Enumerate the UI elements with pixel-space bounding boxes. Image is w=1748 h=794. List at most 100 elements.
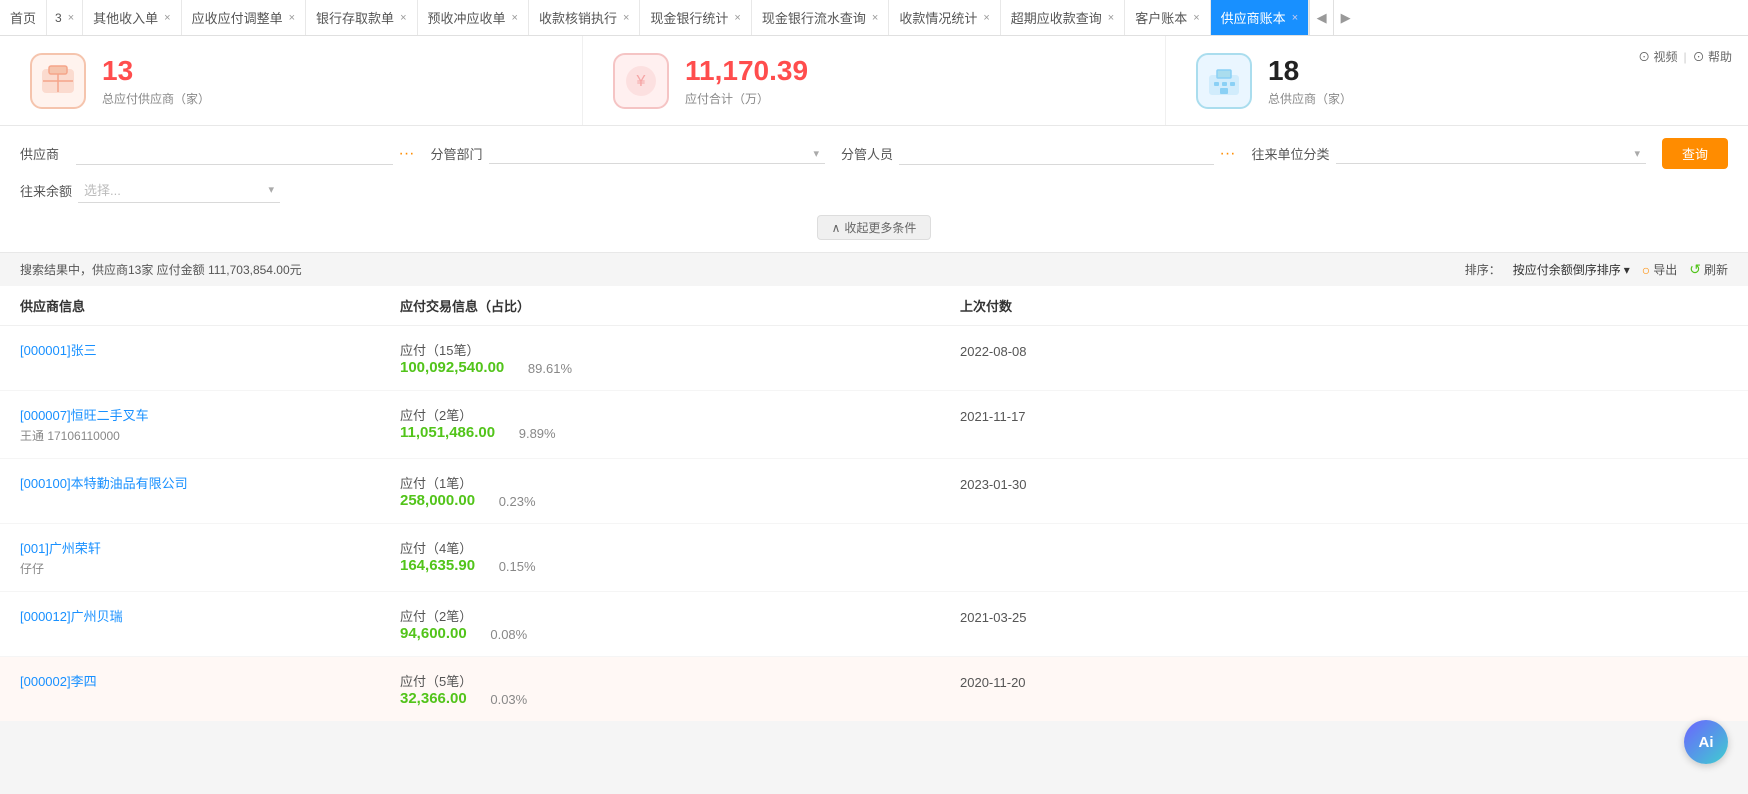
supplier-link-0[interactable]: [000001]张三 — [20, 343, 97, 358]
table-header: 供应商信息 应付交易信息（占比） 上次付数 — [0, 286, 1748, 326]
lastpay-date-5: 2020-11-20 — [960, 671, 1728, 690]
filter-supplier: 供应商 ··· — [20, 143, 415, 165]
export-label: 导出 — [1653, 261, 1677, 278]
table-row-inner-0: [000001]张三 应付（15笔） 100,092,540.00 89.61%… — [0, 326, 1748, 390]
nav-tab-overdue-ar-close[interactable]: × — [1108, 12, 1114, 24]
unit-class-label: 往来单位分类 — [1252, 144, 1330, 163]
lastpay-date-3 — [960, 538, 1728, 542]
payment-cell-2: 应付（1笔） 258,000.00 0.23% — [400, 473, 960, 509]
balance-placeholder: 选择... — [84, 180, 268, 199]
payment-amount-0: 100,092,540.00 — [400, 359, 504, 376]
person-input[interactable] — [899, 143, 1214, 165]
supplier-link-4[interactable]: [000012]广州贝瑞 — [20, 609, 123, 624]
table-area: 供应商信息 应付交易信息（占比） 上次付数 [000001]张三 应付（15笔）… — [0, 286, 1748, 722]
ai-label: Ai — [1699, 734, 1714, 751]
col-header-lastpay: 上次付数 — [960, 296, 1728, 315]
nav-tab-ar-ap-adjust[interactable]: 应收应付调整单 × — [182, 0, 306, 36]
nav-tab-3-close[interactable]: × — [68, 12, 74, 24]
lastpay-cell-0: 2022-08-08 — [960, 340, 1728, 359]
dept-select[interactable]: ▾ — [489, 144, 825, 164]
nav-tab-ar-ap-adjust-label: 应收应付调整单 — [192, 8, 283, 27]
help-link[interactable]: ⊙ 帮助 — [1693, 48, 1732, 65]
payment-label-2: 应付（1笔） — [400, 476, 472, 491]
filter-balance: 往来余额 选择... ▾ — [20, 177, 280, 203]
balance-label: 往来余额 — [20, 181, 72, 200]
filter-dept: 分管部门 ▾ — [431, 144, 826, 164]
summary-text-2: 11,170.39 应付合计（万） — [685, 54, 808, 107]
lastpay-date-1: 2021-11-17 — [960, 405, 1728, 424]
nav-tab-ar-ap-adjust-close[interactable]: × — [289, 12, 295, 24]
collapse-button[interactable]: ∧ 收起更多条件 — [817, 215, 932, 240]
nav-arrow-right[interactable]: ▶ — [1333, 0, 1357, 36]
balance-select[interactable]: 选择... ▾ — [78, 177, 280, 203]
nav-tab-receipt-stat-close[interactable]: × — [983, 12, 989, 24]
supplier-link-1[interactable]: [000007]恒旺二手叉车 — [20, 408, 149, 423]
nav-tab-receipt-stat[interactable]: 收款情况统计 × — [889, 0, 1000, 36]
table-row-inner-2: [000100]本特勤油品有限公司 应付（1笔） 258,000.00 0.23… — [0, 459, 1748, 523]
table-row-4: [000012]广州贝瑞 应付（2笔） 94,600.00 0.08% 2021… — [0, 592, 1748, 657]
nav-tab-overdue-ar[interactable]: 超期应收款查询 × — [1001, 0, 1125, 36]
summary-num-1: 13 — [102, 54, 210, 88]
nav-tab-supplier-book-close[interactable]: × — [1292, 12, 1298, 24]
nav-tab-receipt-verify-close[interactable]: × — [623, 12, 629, 24]
nav-tab-bank-deposit-close[interactable]: × — [400, 12, 406, 24]
nav-tab-3[interactable]: 3 × — [47, 0, 83, 36]
payment-percent-2: 0.23% — [499, 494, 536, 509]
nav-tab-cash-bank-query[interactable]: 现金银行流水查询 × — [752, 0, 889, 36]
nav-tab-other-income[interactable]: 其他收入单 × — [83, 0, 181, 36]
nav-tab-receipt-verify[interactable]: 收款核销执行 × — [529, 0, 640, 36]
sort-label: 排序： — [1465, 261, 1501, 278]
table-row-inner-5: [000002]李四 应付（5笔） 32,366.00 0.03% 2020-1… — [0, 657, 1748, 721]
nav-tab-prepay-offset[interactable]: 预收冲应收单 × — [418, 0, 529, 36]
nav-tab-home[interactable]: 首页 — [0, 0, 47, 36]
supplier-label: 供应商 — [20, 144, 70, 163]
supplier-link-3[interactable]: [001]广州荣轩 — [20, 541, 101, 556]
nav-tab-supplier-book[interactable]: 供应商账本 × — [1211, 0, 1309, 36]
table-row-inner-1: [000007]恒旺二手叉车 王通 17106110000 应付（2笔） 11,… — [0, 391, 1748, 458]
table-row-5: [000002]李四 应付（5笔） 32,366.00 0.03% 2020-1… — [0, 657, 1748, 722]
nav-tab-receipt-verify-label: 收款核销执行 — [539, 8, 617, 27]
person-dots-icon[interactable]: ··· — [1220, 145, 1236, 163]
ai-assistant-button[interactable]: Ai — [1684, 720, 1728, 764]
lastpay-date-0: 2022-08-08 — [960, 340, 1728, 359]
payment-amount-3: 164,635.90 — [400, 557, 475, 574]
table-row-inner-4: [000012]广州贝瑞 应付（2笔） 94,600.00 0.08% 2021… — [0, 592, 1748, 656]
nav-tab-prepay-offset-close[interactable]: × — [512, 12, 518, 24]
sort-select[interactable]: 按应付余额倒序排序 ▾ — [1513, 261, 1630, 278]
nav-tab-other-income-close[interactable]: × — [164, 12, 170, 24]
col-header-supplier: 供应商信息 — [20, 296, 400, 315]
nav-tab-bank-deposit[interactable]: 银行存取款单 × — [306, 0, 417, 36]
supplier-link-2[interactable]: [000100]本特勤油品有限公司 — [20, 476, 188, 491]
supplier-dots-icon[interactable]: ··· — [399, 145, 415, 163]
nav-tab-receipt-stat-label: 收款情况统计 — [899, 8, 977, 27]
nav-tab-customer-book-close[interactable]: × — [1193, 12, 1199, 24]
export-button[interactable]: ○ 导出 — [1642, 261, 1677, 278]
nav-tab-cash-bank-stat[interactable]: 现金银行统计 × — [640, 0, 751, 36]
balance-arrow-icon: ▾ — [268, 183, 274, 196]
nav-tab-other-income-label: 其他收入单 — [93, 8, 158, 27]
summary-text-1: 13 总应付供应商（家） — [102, 54, 210, 107]
supplier-input[interactable] — [76, 143, 393, 165]
nav-tab-cash-bank-stat-close[interactable]: × — [734, 12, 740, 24]
nav-arrow-left[interactable]: ◀ — [1309, 0, 1333, 36]
query-button[interactable]: 查询 — [1662, 138, 1728, 169]
unit-class-arrow-icon: ▾ — [1634, 147, 1640, 160]
dept-arrow-icon: ▾ — [813, 147, 819, 160]
nav-tab-customer-book[interactable]: 客户账本 × — [1125, 0, 1210, 36]
nav-tab-cash-bank-query-close[interactable]: × — [872, 12, 878, 24]
supplier-link-5[interactable]: [000002]李四 — [20, 674, 97, 689]
summary-label-3: 总供应商（家） — [1268, 90, 1352, 107]
export-icon: ○ — [1642, 262, 1650, 278]
lastpay-date-4: 2021-03-25 — [960, 606, 1728, 625]
payment-percent-5: 0.03% — [490, 692, 527, 707]
table-row-2: [000100]本特勤油品有限公司 应付（1笔） 258,000.00 0.23… — [0, 459, 1748, 524]
refresh-icon: ↺ — [1689, 261, 1701, 278]
video-link[interactable]: ⊙ 视频 — [1638, 48, 1677, 65]
summary-num-2: 11,170.39 — [685, 54, 808, 88]
refresh-button[interactable]: ↺ 刷新 — [1689, 261, 1728, 278]
supplier-cell-1: [000007]恒旺二手叉车 王通 17106110000 — [20, 405, 400, 444]
payment-percent-0: 89.61% — [528, 361, 572, 376]
unit-class-select[interactable]: ▾ — [1336, 144, 1646, 164]
dept-label: 分管部门 — [431, 144, 483, 163]
payment-amount-5: 32,366.00 — [400, 690, 467, 707]
